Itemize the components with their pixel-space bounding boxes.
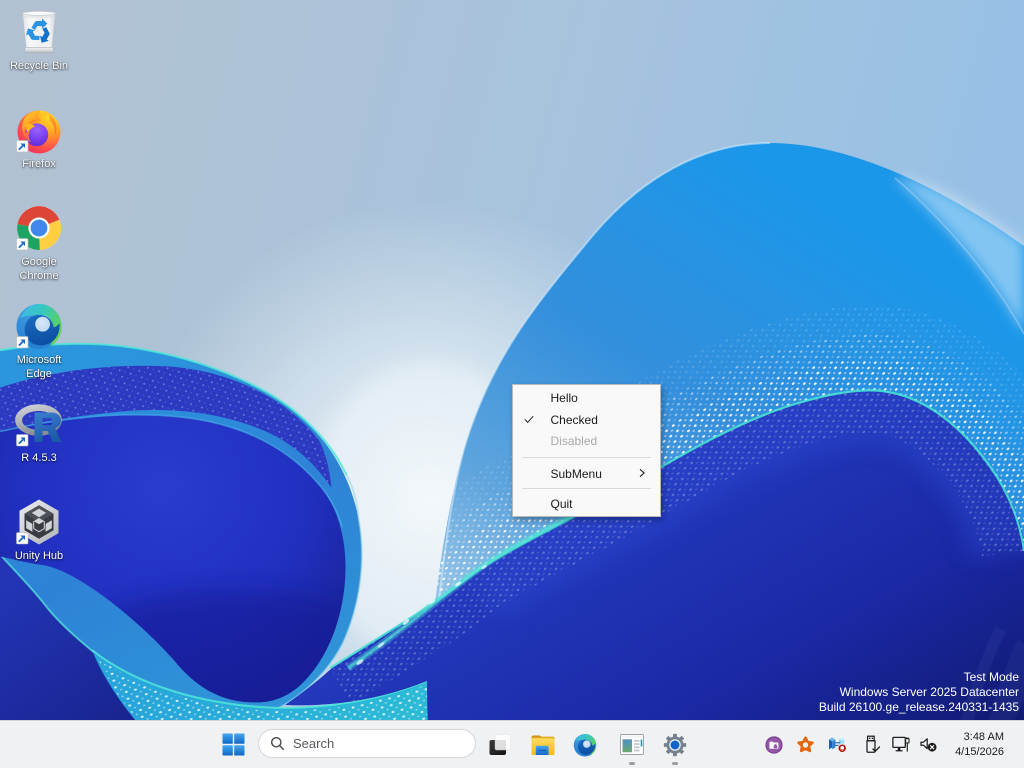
menu-item-label: Hello — [550, 390, 578, 405]
settings-button[interactable] — [653, 721, 697, 768]
desktop-icon-edge[interactable]: Microsoft Edge — [1, 302, 77, 381]
watermark-line3: Build 26100.ge_release.240331-1435 — [818, 700, 1019, 714]
submenu-arrow-icon — [639, 468, 645, 478]
shortcut-arrow-icon — [16, 434, 29, 447]
desktop-icon-chrome[interactable]: Google Chrome — [1, 204, 77, 283]
menu-item-label: Checked — [550, 412, 598, 427]
desktop-icon-label: Recycle Bin — [9, 59, 69, 72]
tray-orange-flower-icon[interactable] — [794, 721, 817, 768]
menu-item-label: SubMenu — [550, 466, 602, 481]
context-menu: Hello Checked Disabled SubMenu Quit — [512, 384, 661, 517]
task-view-button[interactable] — [478, 721, 522, 768]
recycle-bin-icon — [15, 8, 63, 56]
clock-time: 3:48 AM — [963, 731, 1004, 743]
tray-usb-icon[interactable] — [860, 721, 883, 768]
file-explorer-icon — [531, 735, 555, 755]
monitor-plug-icon — [892, 736, 910, 752]
settings-gear-icon — [663, 733, 687, 756]
running-indicator — [629, 762, 635, 765]
search-placeholder: Search — [293, 736, 335, 751]
app-window-button[interactable] — [610, 721, 654, 768]
tray-volume-muted-icon[interactable] — [917, 721, 940, 768]
desktop-icon-label: Google Chrome — [19, 255, 59, 282]
menu-separator — [521, 487, 651, 489]
menu-item-hello[interactable]: Hello — [513, 387, 660, 409]
edge-icon — [573, 733, 597, 756]
task-view-icon — [489, 733, 511, 755]
test-mode-watermark: Test Mode Windows Server 2025 Datacenter… — [819, 670, 1019, 715]
windows-logo-icon — [222, 733, 244, 756]
running-indicator — [672, 762, 678, 765]
speaker-mute-icon — [919, 737, 936, 752]
tray-server-icon[interactable] — [825, 721, 848, 768]
usb-eject-icon — [865, 735, 880, 753]
start-button[interactable] — [211, 721, 255, 768]
menu-item-submenu[interactable]: SubMenu — [513, 462, 660, 484]
shortcut-arrow-icon — [16, 238, 29, 251]
desktop-icon-label: Unity Hub — [14, 549, 64, 562]
watermark-line2: Windows Server 2025 Datacenter — [839, 685, 1019, 699]
desktop-icon-label: Firefox — [22, 157, 56, 170]
shortcut-arrow-icon — [16, 532, 29, 545]
orange-star-icon — [797, 735, 814, 752]
menu-item-disabled[interactable]: Disabled — [513, 430, 660, 452]
desktop-icon-label: R 4.5.3 — [21, 451, 57, 464]
menu-item-checked[interactable]: Checked — [513, 408, 660, 430]
checkmark-icon — [513, 415, 551, 424]
edge-taskbar-button[interactable] — [563, 721, 607, 768]
desktop-icon-label: Microsoft Edge — [16, 353, 62, 380]
menu-item-quit[interactable]: Quit — [513, 493, 660, 515]
app-window-icon — [620, 734, 644, 755]
file-explorer-button[interactable] — [521, 721, 565, 768]
menu-separator — [521, 456, 651, 458]
tray-network-icon[interactable] — [890, 721, 913, 768]
desktop-icon-recycle-bin[interactable]: Recycle Bin — [1, 8, 77, 73]
server-alert-icon — [828, 737, 847, 753]
taskbar-clock[interactable]: 3:48 AM 4/15/2026 — [955, 721, 1004, 768]
search-icon — [271, 737, 285, 751]
desktop-icon-unity[interactable]: Unity Hub — [1, 498, 77, 563]
shortcut-arrow-icon — [16, 336, 29, 349]
shortcut-arrow-icon — [16, 140, 29, 153]
watermark-line1: Test Mode — [963, 670, 1019, 684]
clock-date: 4/15/2026 — [955, 745, 1004, 758]
tray-purple-app-icon[interactable] — [762, 721, 785, 768]
menu-item-label: Quit — [550, 496, 573, 511]
desktop-icon-r[interactable]: R 4.5.3 — [1, 400, 77, 465]
purple-folder-lock-icon — [764, 735, 783, 754]
menu-item-label: Disabled — [550, 434, 598, 449]
search-box[interactable]: Search — [258, 729, 476, 758]
desktop-icon-firefox[interactable]: Firefox — [1, 106, 77, 171]
